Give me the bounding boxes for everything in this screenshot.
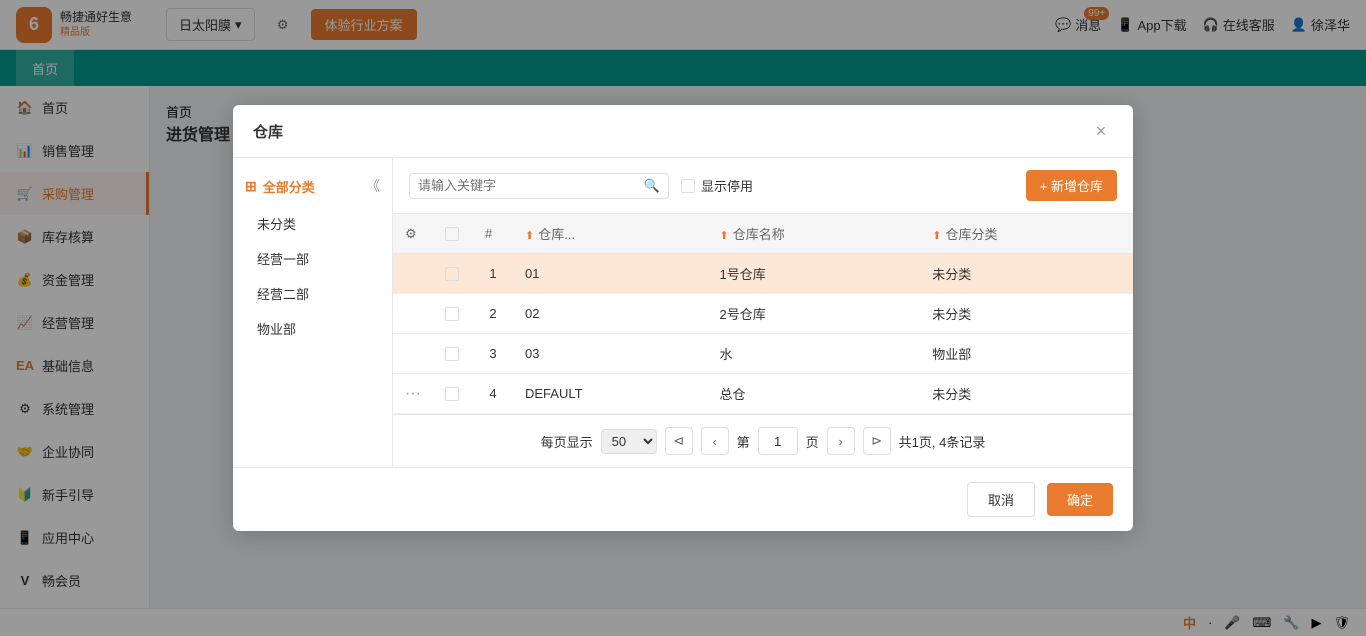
row-num-4: 4 bbox=[473, 374, 513, 414]
table-row[interactable]: 3 03 水 物业部 bbox=[393, 334, 1133, 374]
next-page-button[interactable]: › bbox=[827, 427, 855, 455]
row-category-3: 物业部 bbox=[920, 334, 1133, 374]
row-check-3 bbox=[433, 334, 473, 374]
table-toolbar: 🔍 显示停用 + 新增仓库 bbox=[393, 158, 1133, 214]
row-name-2: 2号仓库 bbox=[707, 294, 920, 334]
row-code-4: DEFAULT bbox=[513, 374, 707, 414]
row-settings-1 bbox=[393, 254, 433, 294]
modal-title: 仓库 bbox=[253, 121, 283, 142]
row-name-1: 1号仓库 bbox=[707, 254, 920, 294]
show-disabled-checkbox[interactable] bbox=[681, 179, 695, 193]
category-all-label: ⊞ 全部分类 bbox=[245, 177, 315, 196]
col-settings-header: ⚙ bbox=[393, 214, 433, 254]
total-info: 共1页, 4条记录 bbox=[899, 432, 986, 451]
col-check-header bbox=[433, 214, 473, 254]
search-box: 🔍 bbox=[409, 173, 669, 199]
row-check-1 bbox=[433, 254, 473, 294]
page-unit: 页 bbox=[806, 432, 819, 451]
row-check-2 bbox=[433, 294, 473, 334]
confirm-button[interactable]: 确定 bbox=[1047, 483, 1113, 516]
prev-page-button[interactable]: ‹ bbox=[701, 427, 729, 455]
show-disabled-label[interactable]: 显示停用 bbox=[681, 176, 753, 195]
search-input[interactable] bbox=[418, 178, 638, 193]
first-page-button[interactable]: ⊲ bbox=[665, 427, 693, 455]
modal-body: ⊞ 全部分类 《 未分类 经营一部 经营二部 物业部 bbox=[233, 158, 1133, 467]
modal-overlay: 仓库 × ⊞ 全部分类 《 未分类 bbox=[150, 86, 1366, 636]
table-row[interactable]: 2 02 2号仓库 未分类 bbox=[393, 294, 1133, 334]
modal-footer: 取消 确定 bbox=[233, 467, 1133, 531]
select-all-checkbox[interactable] bbox=[445, 227, 459, 241]
col-category-header: ⬆仓库分类 bbox=[920, 214, 1133, 254]
category-all-header[interactable]: ⊞ 全部分类 《 bbox=[233, 170, 392, 206]
row-code-2: 02 bbox=[513, 294, 707, 334]
grid-icon: ⊞ bbox=[245, 178, 257, 195]
row-checkbox-3[interactable] bbox=[445, 347, 459, 361]
category-item-unclassified[interactable]: 未分类 bbox=[233, 206, 392, 241]
row-num-2: 2 bbox=[473, 294, 513, 334]
category-item-property[interactable]: 物业部 bbox=[233, 311, 392, 346]
row-category-4: 未分类 bbox=[920, 374, 1133, 414]
warehouse-modal: 仓库 × ⊞ 全部分类 《 未分类 bbox=[233, 105, 1133, 531]
sort-icon3: ⬆ bbox=[932, 230, 941, 242]
table-body: 1 01 1号仓库 未分类 bbox=[393, 254, 1133, 414]
row-checkbox-1[interactable] bbox=[445, 267, 459, 281]
page-input[interactable] bbox=[758, 427, 798, 455]
table-container: ⚙ # ⬆仓库... bbox=[393, 214, 1133, 414]
row-category-1: 未分类 bbox=[920, 254, 1133, 294]
row-settings-3 bbox=[393, 334, 433, 374]
pagination: 每页显示 50 100 200 ⊲ ‹ 第 页 › bbox=[393, 414, 1133, 467]
sort-icon2: ⬆ bbox=[719, 230, 728, 242]
row-action-icon-4[interactable]: ··· bbox=[405, 385, 421, 402]
cancel-button[interactable]: 取消 bbox=[967, 482, 1035, 517]
modal-close-button[interactable]: × bbox=[1089, 119, 1113, 143]
collapse-icon[interactable]: 《 bbox=[366, 176, 380, 196]
modal-header: 仓库 × bbox=[233, 105, 1133, 158]
row-num-1: 1 bbox=[473, 254, 513, 294]
category-item-dept1[interactable]: 经营一部 bbox=[233, 241, 392, 276]
search-icon: 🔍 bbox=[644, 178, 660, 194]
row-settings-2 bbox=[393, 294, 433, 334]
row-code-3: 03 bbox=[513, 334, 707, 374]
row-settings-4: ··· bbox=[393, 374, 433, 414]
col-code-header: ⬆仓库... bbox=[513, 214, 707, 254]
page-label: 第 bbox=[737, 432, 750, 451]
page-size-select[interactable]: 50 100 200 bbox=[601, 429, 657, 454]
page-size-label: 每页显示 bbox=[541, 432, 593, 451]
row-checkbox-2[interactable] bbox=[445, 307, 459, 321]
content-area: 首页 进货管理 仓库 × ⊞ 全部分类 bbox=[150, 86, 1366, 636]
row-name-4: 总仓 bbox=[707, 374, 920, 414]
main-layout: 🏠 首页 📊 销售管理 🛒 采购管理 📦 库存核算 💰 资金管理 📈 经营管理 … bbox=[0, 86, 1366, 636]
row-code-1: 01 bbox=[513, 254, 707, 294]
col-num-header: # bbox=[473, 214, 513, 254]
row-category-2: 未分类 bbox=[920, 294, 1133, 334]
category-panel: ⊞ 全部分类 《 未分类 经营一部 经营二部 物业部 bbox=[233, 158, 393, 467]
table-header-row: ⚙ # ⬆仓库... bbox=[393, 214, 1133, 254]
table-panel: 🔍 显示停用 + 新增仓库 bbox=[393, 158, 1133, 467]
add-warehouse-button[interactable]: + 新增仓库 bbox=[1026, 170, 1117, 201]
sort-icon: ⬆ bbox=[525, 230, 534, 242]
table-head: ⚙ # ⬆仓库... bbox=[393, 214, 1133, 254]
table-row[interactable]: 1 01 1号仓库 未分类 bbox=[393, 254, 1133, 294]
last-page-button[interactable]: ⊳ bbox=[863, 427, 891, 455]
category-item-dept2[interactable]: 经营二部 bbox=[233, 276, 392, 311]
row-check-4 bbox=[433, 374, 473, 414]
row-num-3: 3 bbox=[473, 334, 513, 374]
col-name-header: ⬆仓库名称 bbox=[707, 214, 920, 254]
row-checkbox-4[interactable] bbox=[445, 387, 459, 401]
warehouse-table: ⚙ # ⬆仓库... bbox=[393, 214, 1133, 414]
table-row[interactable]: ··· 4 DEFAULT 总仓 未分类 bbox=[393, 374, 1133, 414]
row-name-3: 水 bbox=[707, 334, 920, 374]
